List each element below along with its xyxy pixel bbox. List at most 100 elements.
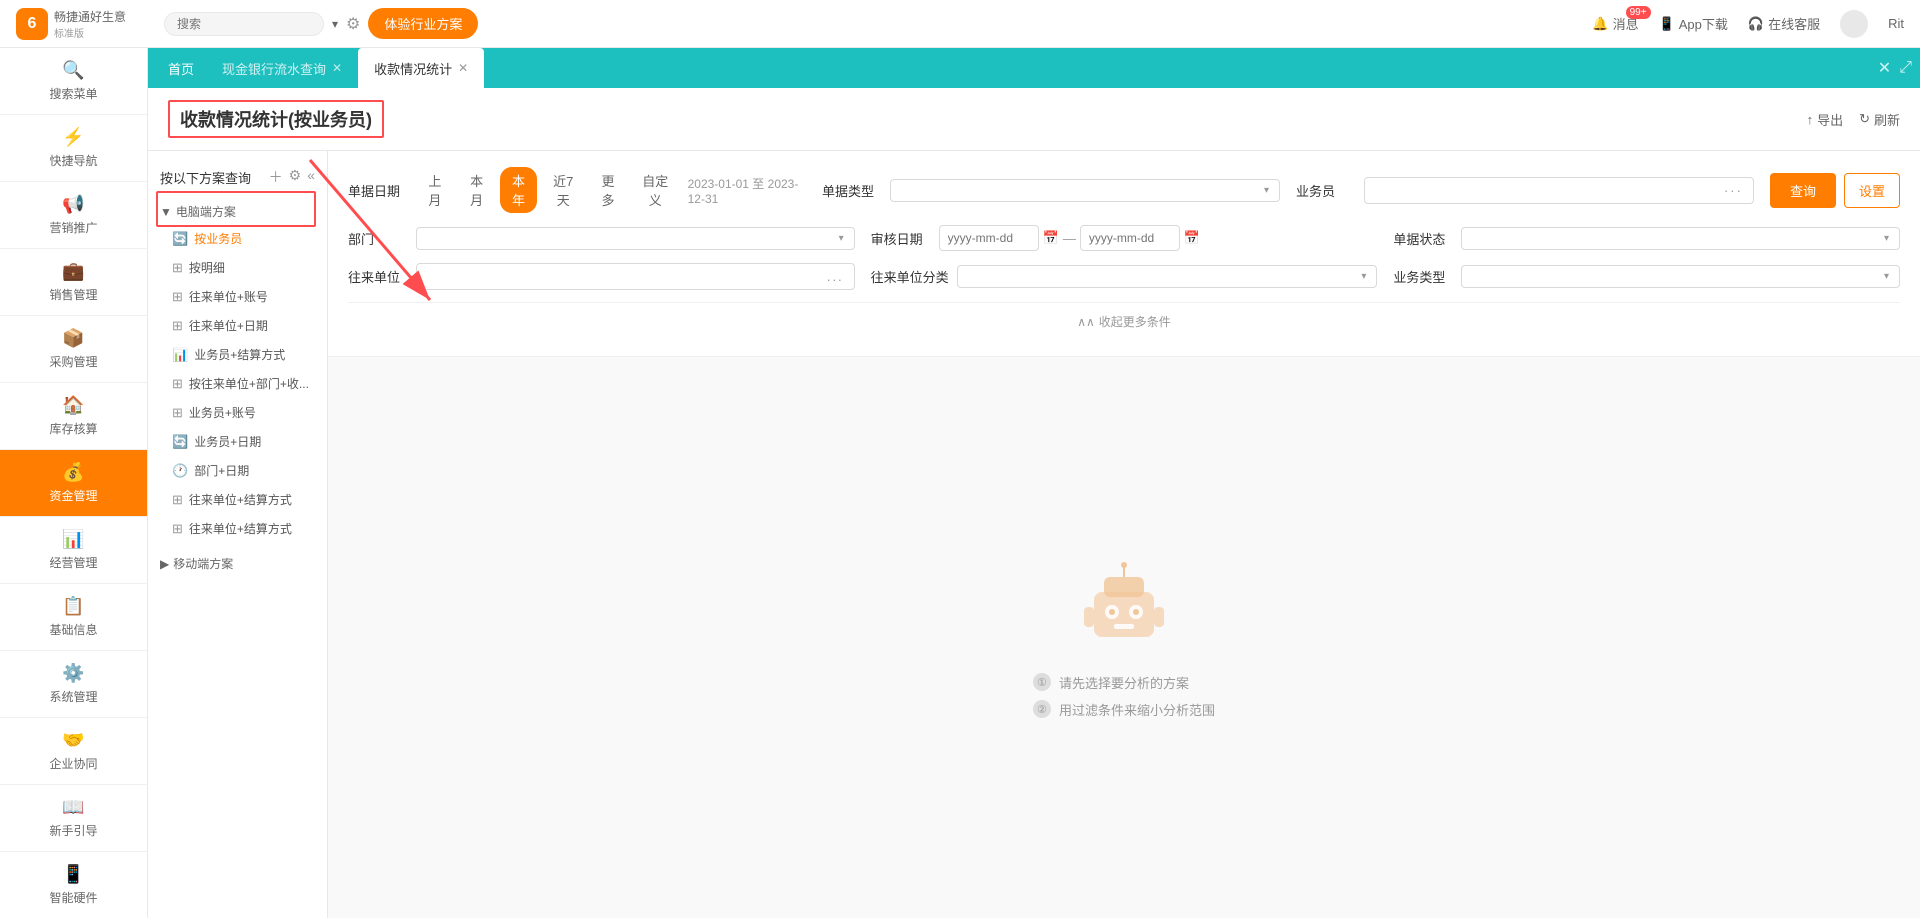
- sidebar-item-system[interactable]: ⚙️ 系统管理: [0, 651, 147, 718]
- tab-bank-flow[interactable]: 现金银行流水查询 ✕: [206, 48, 358, 88]
- sidebar-item-newbie[interactable]: 📖 新手引导: [0, 785, 147, 852]
- sidebar-item-hardware[interactable]: 📱 智能硬件: [0, 852, 147, 918]
- add-scheme-icon[interactable]: ＋: [269, 167, 283, 187]
- salesman-dropdown[interactable]: ···: [1364, 177, 1754, 204]
- messages-btn[interactable]: 🔔 消息 99+: [1592, 14, 1638, 33]
- business-type-dropdown[interactable]: ▾: [1461, 265, 1900, 288]
- nav-dropdown-icon[interactable]: ▾: [332, 17, 338, 31]
- form-item-partner-category: 往来单位分类 ▾: [871, 265, 1378, 288]
- btn-this-month[interactable]: 本月: [458, 167, 496, 213]
- form-item-business-type: 业务类型 ▾: [1393, 265, 1900, 288]
- sidebar-item-inventory[interactable]: 🏠 库存核算: [0, 383, 147, 450]
- refresh-btn[interactable]: ↻ 刷新: [1859, 110, 1900, 129]
- window-maximize-icon[interactable]: ⤢: [1899, 59, 1912, 77]
- scheme-item-salesman-settlement[interactable]: 📊 业务员+结算方式: [148, 340, 327, 369]
- query-btn[interactable]: 查询: [1770, 173, 1836, 208]
- dept-dropdown[interactable]: ▾: [416, 227, 855, 250]
- tip-num-1: ①: [1033, 673, 1051, 691]
- time-icon: 🕐: [172, 463, 188, 479]
- btn-more-dates[interactable]: 更多: [589, 167, 627, 213]
- scheme-item-dept-date[interactable]: 🕐 部门+日期: [148, 456, 327, 485]
- review-date-start[interactable]: [939, 225, 1039, 251]
- scheme-item-by-partner-dept[interactable]: ⊞ 按往来单位+部门+收...: [148, 369, 327, 398]
- partner-dropdown[interactable]: ...: [416, 263, 855, 290]
- review-date-end[interactable]: [1080, 225, 1180, 251]
- active-scheme-icon: 🔄: [172, 231, 188, 247]
- page-header: 收款情况统计(按业务员) ↑ 导出 ↻ 刷新: [148, 88, 1920, 151]
- top-right-area: 🔔 消息 99+ 📱 App下载 🎧 在线客服 Rit: [1592, 10, 1904, 38]
- scheme-item-salesman-account[interactable]: ⊞ 业务员+账号: [148, 398, 327, 427]
- refresh-icon: ↻: [1859, 111, 1870, 127]
- message-badge: 99+: [1626, 6, 1651, 19]
- partner-more-icon[interactable]: ...: [827, 269, 844, 284]
- setting-btn[interactable]: 设置: [1844, 173, 1900, 208]
- sidebar-item-purchase[interactable]: 📦 采购管理: [0, 316, 147, 383]
- sidebar-item-collab[interactable]: 🤝 企业协同: [0, 718, 147, 785]
- calendar-icon2[interactable]: 📅: [1184, 230, 1200, 246]
- review-date-range: 📅 — 📅: [939, 225, 1200, 251]
- partner-category-dropdown[interactable]: ▾: [957, 265, 1378, 288]
- tab2-close-icon[interactable]: ✕: [458, 61, 468, 75]
- scheme-collapse-icon[interactable]: «: [307, 167, 315, 187]
- doc-type-dropdown[interactable]: ▾: [890, 179, 1280, 202]
- logo-text: 畅捷通好生意: [54, 8, 126, 25]
- collapse-section[interactable]: ∧∧ 收起更多条件: [348, 302, 1900, 340]
- desktop-section-title[interactable]: ▼ 电脑端方案: [148, 199, 327, 224]
- section-arrow-icon2: ▶: [160, 557, 169, 571]
- desktop-scheme-section: ▼ 电脑端方案 🔄 按业务员 ⊞ 按明细 ⊞ 往来单位+账号: [148, 195, 327, 547]
- doc-status-dropdown[interactable]: ▾: [1461, 227, 1900, 250]
- scheme-item-partner-settlement2[interactable]: ⊞ 往来单位+结算方式: [148, 514, 327, 543]
- user-name[interactable]: Rit: [1888, 16, 1904, 31]
- search-icon: 🔍: [62, 60, 84, 81]
- salesman-label: 业务员: [1296, 181, 1356, 200]
- calendar-icon1[interactable]: 📅: [1043, 230, 1059, 246]
- scheme-item-partner-account[interactable]: ⊞ 往来单位+账号: [148, 282, 327, 311]
- doc-status-arrow: ▾: [1884, 233, 1889, 244]
- online-service-btn[interactable]: 🎧 在线客服: [1748, 14, 1820, 33]
- sidebar-item-sales[interactable]: 💼 销售管理: [0, 249, 147, 316]
- btn-last-month[interactable]: 上月: [416, 167, 454, 213]
- top-nav-area: ▾ ⚙ 体验行业方案: [164, 8, 1592, 39]
- export-btn[interactable]: ↑ 导出: [1807, 110, 1844, 129]
- form-actions: 查询 设置: [1770, 173, 1900, 208]
- user-avatar[interactable]: [1840, 10, 1868, 38]
- book-icon: 📖: [62, 797, 84, 818]
- tab-bar: 首页 现金银行流水查询 ✕ 收款情况统计 ✕ ✕ ⤢: [148, 48, 1920, 88]
- sidebar-item-operations[interactable]: 📊 经营管理: [0, 517, 147, 584]
- sidebar-item-finance[interactable]: 💰 资金管理: [0, 450, 147, 517]
- tab-home[interactable]: 首页: [156, 59, 206, 78]
- settings-gear-icon[interactable]: ⚙: [346, 14, 360, 34]
- tab-bar-right: ✕ ⤢: [1878, 58, 1912, 78]
- btn-last-7-days[interactable]: 近7天: [541, 167, 585, 213]
- top-bar: 6 畅捷通好生意 标准版 ▾ ⚙ 体验行业方案 🔔 消息 99+ 📱 App下载…: [0, 0, 1920, 48]
- sidebar-item-marketing[interactable]: 📢 营销推广: [0, 182, 147, 249]
- scheme-item-detail[interactable]: ⊞ 按明细: [148, 253, 327, 282]
- bar-icon: 📊: [172, 347, 188, 363]
- form-item-review-date: 审核日期 📅 — 📅: [871, 225, 1378, 251]
- mobile-section-title[interactable]: ▶ 移动端方案: [148, 551, 327, 576]
- form-item-date: 单据日期 上月 本月 本年 近7天 更多 自定义 2023-01-01 至 20…: [348, 167, 806, 213]
- scheme-item-by-salesman[interactable]: 🔄 按业务员: [148, 224, 327, 253]
- app-download-btn[interactable]: 📱 App下载: [1659, 14, 1728, 33]
- sidebar-item-quicknav[interactable]: ⚡ 快捷导航: [0, 115, 147, 182]
- scheme-item-salesman-date[interactable]: 🔄 业务员+日期: [148, 427, 327, 456]
- sidebar-item-basic[interactable]: 📋 基础信息: [0, 584, 147, 651]
- headset-icon: 🎧: [1748, 16, 1764, 32]
- form-item-partner: 往来单位 ...: [348, 263, 855, 290]
- scheme-item-partner-date[interactable]: ⊞ 往来单位+日期: [148, 311, 327, 340]
- search-form: 单据日期 上月 本月 本年 近7天 更多 自定义 2023-01-01 至 20…: [328, 151, 1920, 357]
- review-date-label: 审核日期: [871, 229, 931, 248]
- scheme-settings-icon[interactable]: ⚙: [289, 167, 302, 187]
- page-title-wrapper: 收款情况统计(按业务员): [168, 100, 384, 138]
- btn-custom-date[interactable]: 自定义: [631, 167, 680, 213]
- sidebar-item-search[interactable]: 🔍 搜索菜单: [0, 48, 147, 115]
- tab1-close-icon[interactable]: ✕: [332, 61, 342, 75]
- top-search-input[interactable]: [164, 12, 324, 36]
- clipboard-icon: 📋: [62, 596, 84, 617]
- trial-btn[interactable]: 体验行业方案: [368, 8, 478, 39]
- scheme-item-partner-settlement1[interactable]: ⊞ 往来单位+结算方式: [148, 485, 327, 514]
- btn-this-year[interactable]: 本年: [500, 167, 538, 213]
- more-options-icon[interactable]: ···: [1724, 183, 1743, 198]
- tab-collection-stats[interactable]: 收款情况统计 ✕: [358, 48, 484, 88]
- window-close-icon[interactable]: ✕: [1878, 58, 1891, 78]
